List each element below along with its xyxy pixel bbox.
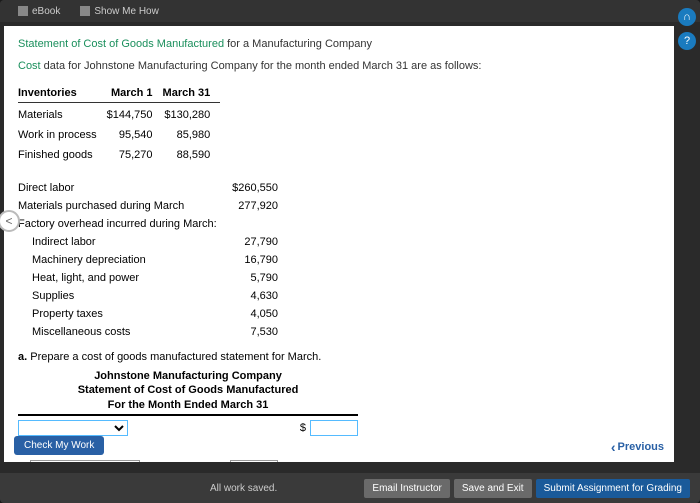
statement-form: Johnstone Manufacturing CompanyStatement… [18,369,660,462]
data-row: Factory overhead incurred during March: [18,215,660,233]
cost-data-list: Direct labor$260,550Materials purchased … [18,179,660,341]
direct-materials-label: Direct materials: [18,440,660,456]
table-row: Finished goods75,27088,590 [18,145,220,165]
line2-select[interactable] [30,460,140,462]
check-my-work-button[interactable]: Check My Work [14,436,104,455]
page-title: Statement of Cost of Goods Manufactured … [18,38,660,50]
chevron-left-icon: ‹ [611,439,616,455]
title-link[interactable]: Statement of Cost of Goods Manufactured [18,38,224,50]
tab-bar: eBook Show Me How [0,0,700,22]
headset-icon[interactable]: ∩ [678,8,696,26]
help-icons: ∩ ? [678,8,696,50]
footer-bar: All work saved. Email Instructor Save an… [0,473,700,503]
data-row: Property taxes4,050 [18,305,660,323]
save-exit-button[interactable]: Save and Exit [454,479,532,498]
inventories-table: InventoriesMarch 1March 31 Materials$144… [18,84,220,165]
video-icon [80,6,90,16]
book-icon [18,6,28,16]
tab-ebook[interactable]: eBook [8,3,70,20]
tab-showme-label: Show Me How [94,6,158,17]
tab-ebook-label: eBook [32,6,60,17]
help-icon[interactable]: ? [678,32,696,50]
title-rest: for a Manufacturing Company [224,38,372,50]
col-inventories: Inventories [18,84,107,103]
cost-link[interactable]: Cost [18,60,41,72]
col-march31: March 31 [163,84,221,103]
save-status: All work saved. [210,483,277,494]
submit-button[interactable]: Submit Assignment for Grading [536,479,690,498]
data-row: Machinery depreciation16,790 [18,251,660,269]
data-row: Direct labor$260,550 [18,179,660,197]
data-row: Indirect labor27,790 [18,233,660,251]
subtitle-rest: data for Johnstone Manufacturing Company… [41,60,482,72]
line2-amount[interactable] [230,460,278,462]
data-row: Supplies4,630 [18,287,660,305]
email-instructor-button[interactable]: Email Instructor [364,479,449,498]
col-march1: March 1 [107,84,163,103]
data-row: Materials purchased during March277,920 [18,197,660,215]
subtitle: Cost data for Johnstone Manufacturing Co… [18,60,660,72]
previous-link[interactable]: ‹Previous [611,439,664,455]
dollar-sign: $ [300,422,306,434]
line1-amount[interactable] [310,420,358,436]
statement-header: Johnstone Manufacturing CompanyStatement… [18,369,358,416]
question-a: a. Prepare a cost of goods manufactured … [18,351,660,363]
tab-showme[interactable]: Show Me How [70,3,168,20]
line1-select[interactable] [18,420,128,436]
table-row: Work in process95,54085,980 [18,125,220,145]
table-row: Materials$144,750$130,280 [18,103,220,126]
data-row: Miscellaneous costs7,530 [18,323,660,341]
content-area: Statement of Cost of Goods Manufactured … [4,26,674,462]
data-row: Heat, light, and power5,790 [18,269,660,287]
